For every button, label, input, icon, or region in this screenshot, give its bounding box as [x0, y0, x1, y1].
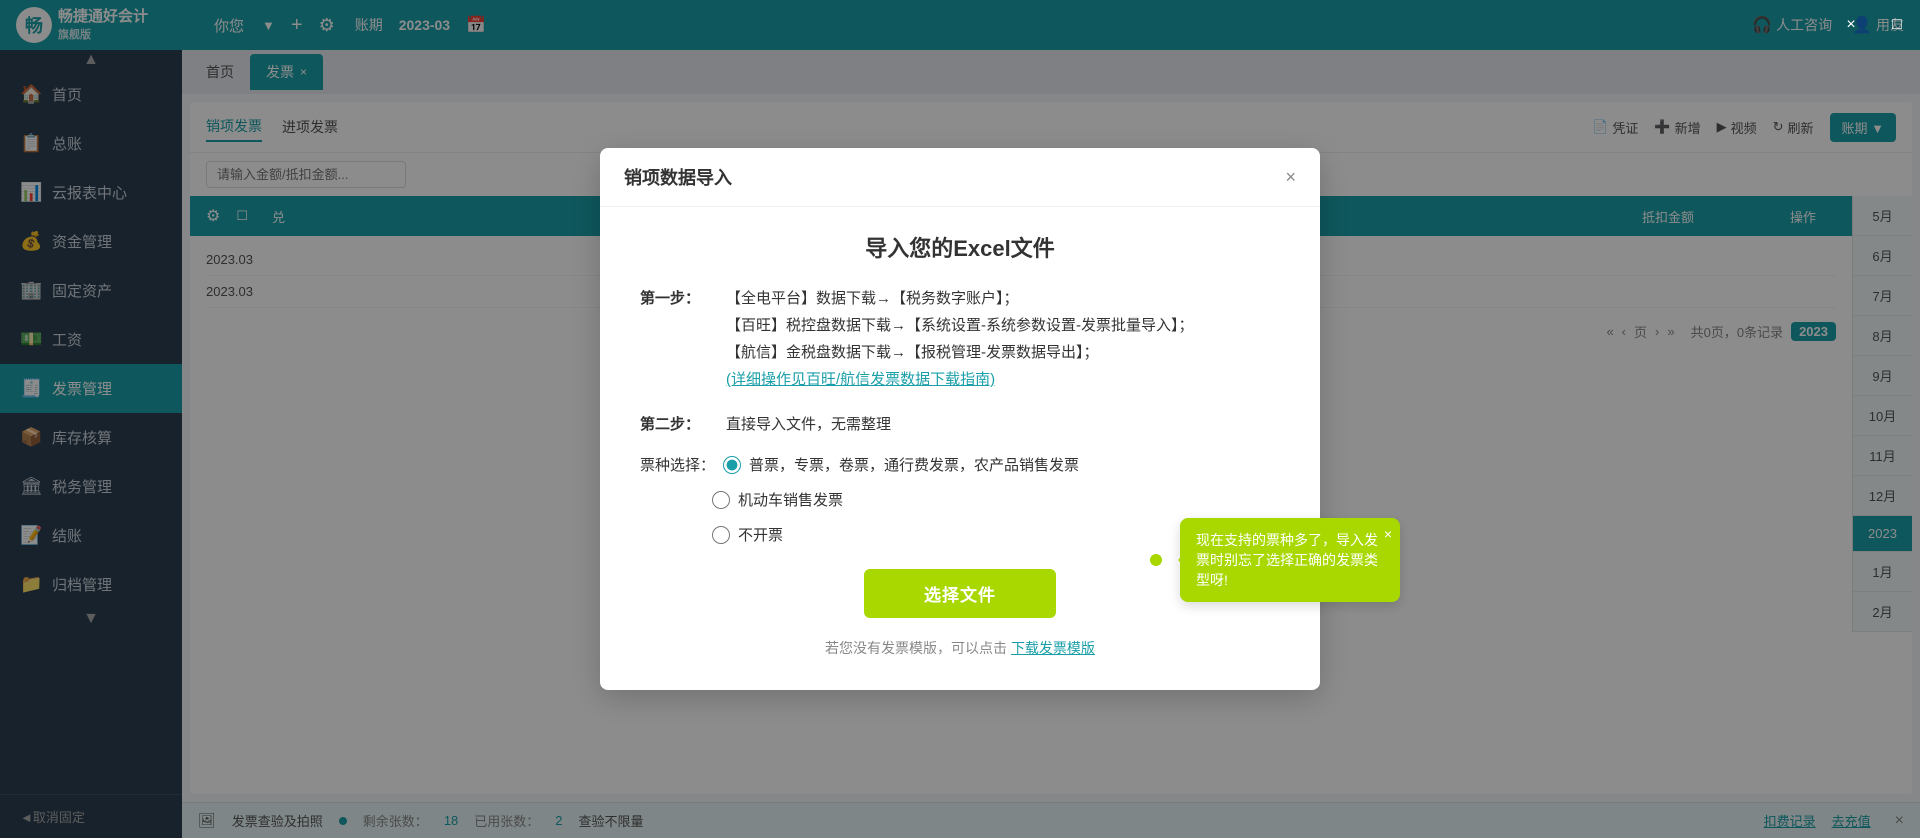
tooltip-close-btn[interactable]: × — [1384, 526, 1392, 542]
window-close-btn[interactable]: × — [1828, 0, 1874, 50]
step2: 第二步： 直接导入文件，无需整理 — [640, 413, 1280, 434]
modal-main-title: 导入您的Excel文件 — [640, 231, 1280, 263]
radio-label: 票种选择： — [640, 454, 715, 475]
step2-content: 直接导入文件，无需整理 — [726, 413, 1280, 434]
step1-link-text[interactable]: (详细操作见百旺/航信发票数据下载指南) — [726, 371, 995, 388]
window-maximize-btn[interactable]: □ — [1874, 0, 1920, 50]
radio-motor-label: 机动车销售发票 — [738, 489, 843, 510]
import-modal: 销项数据导入 × 导入您的Excel文件 第一步： 【全电平台】数据下载→【税务… — [600, 148, 1320, 690]
step1-label: 第一步： — [640, 287, 710, 395]
modal-body: 导入您的Excel文件 第一步： 【全电平台】数据下载→【税务数字账户】； 【百… — [600, 207, 1320, 690]
radio-row-normal: 票种选择： 普票，专票，卷票，通行费发票，农产品销售发票 — [640, 454, 1280, 475]
radio-motor[interactable] — [712, 491, 730, 509]
download-template-link[interactable]: 下载发票模版 — [1011, 640, 1095, 656]
tooltip-dot — [1150, 554, 1162, 566]
radio-none-label: 不开票 — [738, 524, 783, 545]
window-controls: × □ — [1828, 0, 1920, 50]
radio-none[interactable] — [712, 526, 730, 544]
step1-line2: 【百旺】税控盘数据下载→【系统设置-系统参数设置-发票批量导入】； — [726, 314, 1280, 335]
step1: 第一步： 【全电平台】数据下载→【税务数字账户】； 【百旺】税控盘数据下载→【系… — [640, 287, 1280, 395]
radio-normal[interactable] — [723, 456, 741, 474]
footer-text: 若您没有发票模版，可以点击 — [825, 640, 1007, 656]
modal-title: 销项数据导入 — [624, 164, 732, 190]
step1-content: 【全电平台】数据下载→【税务数字账户】； 【百旺】税控盘数据下载→【系统设置-系… — [726, 287, 1280, 395]
modal-header: 销项数据导入 × — [600, 148, 1320, 207]
select-file-btn[interactable]: 选择文件 — [864, 569, 1056, 618]
radio-row-motor: 机动车销售发票 — [640, 489, 1280, 510]
tooltip-bubble: × 现在支持的票种多了，导入发票时别忘了选择正确的发票类型呀! — [1180, 518, 1400, 602]
modal-overlay: 销项数据导入 × 导入您的Excel文件 第一步： 【全电平台】数据下载→【税务… — [0, 0, 1920, 838]
modal-close-btn[interactable]: × — [1285, 167, 1296, 188]
step1-link: (详细操作见百旺/航信发票数据下载指南) — [726, 368, 1280, 389]
tooltip-text: 现在支持的票种多了，导入发票时别忘了选择正确的发票类型呀! — [1196, 532, 1378, 588]
step2-text: 直接导入文件，无需整理 — [726, 416, 891, 433]
modal-footer: 若您没有发票模版，可以点击 下载发票模版 — [640, 638, 1280, 658]
radio-normal-label: 普票，专票，卷票，通行费发票，农产品销售发票 — [749, 454, 1079, 475]
step2-label: 第二步： — [640, 413, 710, 434]
step1-line1: 【全电平台】数据下载→【税务数字账户】； — [726, 287, 1280, 308]
step1-line3: 【航信】金税盘数据下载→【报税管理-发票数据导出】； — [726, 341, 1280, 362]
